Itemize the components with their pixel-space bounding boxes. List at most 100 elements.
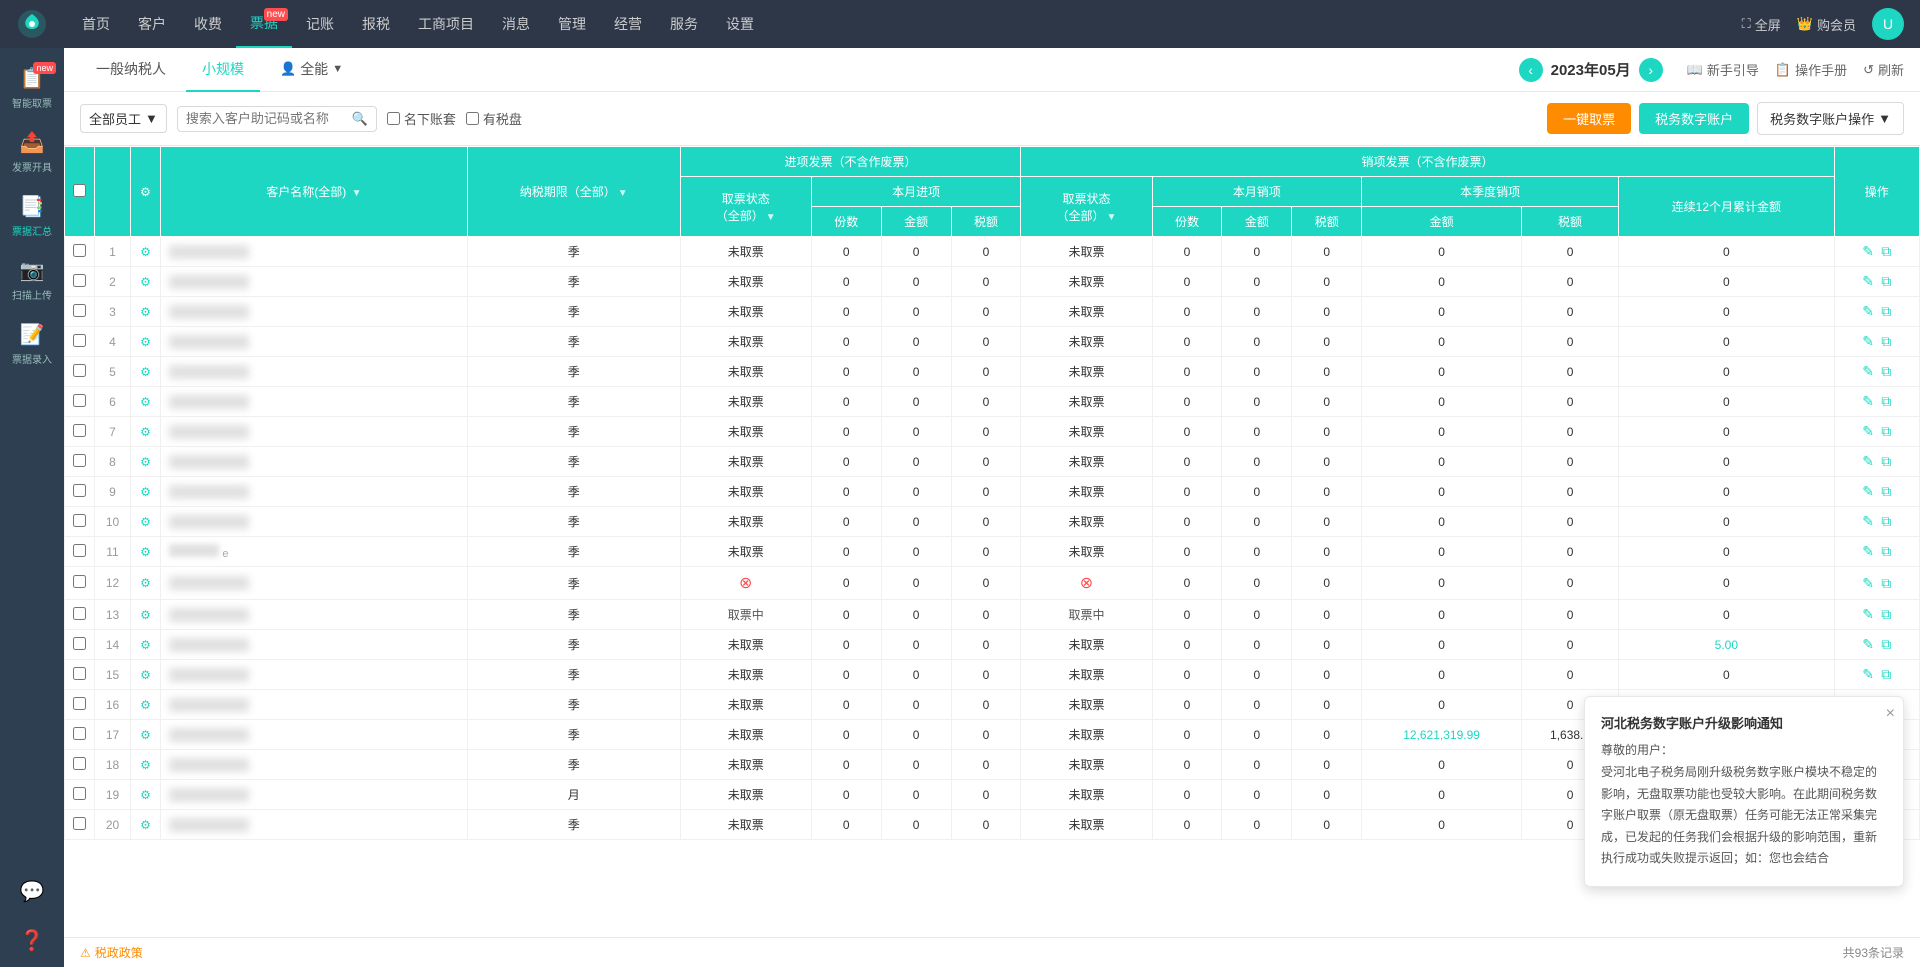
copy-icon[interactable]: ⧉ [1881,666,1891,682]
row-checkbox[interactable] [73,544,86,557]
nav-operation[interactable]: 经营 [600,0,656,48]
copy-icon[interactable]: ⧉ [1881,575,1891,591]
row-settings-icon[interactable]: ⚙ [140,788,151,802]
row-settings-icon[interactable]: ⚙ [140,608,151,622]
copy-icon[interactable]: ⧉ [1881,513,1891,529]
user-avatar[interactable]: U [1872,8,1904,40]
tab-small-scale[interactable]: 小规模 [186,48,260,92]
has-tax-disk-checkbox-label[interactable]: 有税盘 [466,109,522,128]
row-checkbox[interactable] [73,817,86,830]
nav-fee[interactable]: 收费 [180,0,236,48]
edit-icon[interactable]: ✎ [1862,273,1874,289]
one-click-ticket-btn[interactable]: 一键取票 [1547,103,1631,134]
search-input[interactable] [186,111,348,126]
copy-icon[interactable]: ⧉ [1881,483,1891,499]
copy-icon[interactable]: ⧉ [1881,363,1891,379]
copy-icon[interactable]: ⧉ [1881,543,1891,559]
edit-icon[interactable]: ✎ [1862,303,1874,319]
nav-settings[interactable]: 设置 [712,0,768,48]
nav-home[interactable]: 首页 [68,0,124,48]
row-checkbox[interactable] [73,484,86,497]
vip-btn[interactable]: 👑 购会员 [1797,15,1856,34]
tab-all[interactable]: 👤 全能 ▼ [264,48,359,92]
nav-client[interactable]: 客户 [124,0,180,48]
refresh-btn[interactable]: ↺ 刷新 [1863,60,1904,79]
tax-ops-btn[interactable]: 税务数字账户操作 ▼ [1757,102,1904,135]
edit-icon[interactable]: ✎ [1862,575,1874,591]
nav-manage[interactable]: 管理 [544,0,600,48]
row-checkbox[interactable] [73,514,86,527]
row-settings-icon[interactable]: ⚙ [140,576,151,590]
row-checkbox[interactable] [73,244,86,257]
policy-link[interactable]: ⚠ 税政政策 [80,944,143,961]
row-checkbox[interactable] [73,454,86,467]
row-checkbox[interactable] [73,334,86,347]
tab-general-taxpayer[interactable]: 一般纳税人 [80,48,182,92]
row-settings-icon[interactable]: ⚙ [140,818,151,832]
copy-icon[interactable]: ⧉ [1881,453,1891,469]
logo[interactable] [16,8,48,40]
row-checkbox[interactable] [73,787,86,800]
row-settings-icon[interactable]: ⚙ [140,365,151,379]
row-settings-icon[interactable]: ⚙ [140,485,151,499]
row-checkbox[interactable] [73,274,86,287]
edit-icon[interactable]: ✎ [1862,636,1874,652]
out-status-filter[interactable]: ▼ [1107,212,1117,223]
row-settings-icon[interactable]: ⚙ [140,395,151,409]
has-tax-disk-checkbox[interactable] [466,112,479,125]
sidebar-item-invoice-open[interactable]: 📤 发票开具 [0,120,64,184]
nav-service[interactable]: 服务 [656,0,712,48]
my-accounts-checkbox-label[interactable]: 名下账套 [387,109,456,128]
nav-ticket[interactable]: 票据 new [236,0,292,48]
nav-message[interactable]: 消息 [488,0,544,48]
edit-icon[interactable]: ✎ [1862,393,1874,409]
sidebar-item-help[interactable]: ❓ [0,918,64,967]
copy-icon[interactable]: ⧉ [1881,393,1891,409]
row-checkbox[interactable] [73,637,86,650]
row-checkbox[interactable] [73,304,86,317]
notification-close-btn[interactable]: × [1886,705,1895,723]
row-checkbox[interactable] [73,424,86,437]
edit-icon[interactable]: ✎ [1862,333,1874,349]
row-checkbox[interactable] [73,757,86,770]
edit-icon[interactable]: ✎ [1862,243,1874,259]
edit-icon[interactable]: ✎ [1862,513,1874,529]
edit-icon[interactable]: ✎ [1862,453,1874,469]
row-checkbox[interactable] [73,575,86,588]
row-settings-icon[interactable]: ⚙ [140,305,151,319]
copy-icon[interactable]: ⧉ [1881,273,1891,289]
tax-digital-btn[interactable]: 税务数字账户 [1639,103,1749,134]
sidebar-item-summary[interactable]: 📑 票据汇总 [0,184,64,248]
manual-btn[interactable]: 📋 操作手册 [1775,60,1847,79]
row-settings-icon[interactable]: ⚙ [140,425,151,439]
copy-icon[interactable]: ⧉ [1881,303,1891,319]
row-settings-icon[interactable]: ⚙ [140,728,151,742]
client-filter-icon[interactable]: ▼ [352,188,362,199]
quota-filter-icon[interactable]: ▼ [618,188,628,199]
nav-tax[interactable]: 报税 [348,0,404,48]
sidebar-item-smart-ticket[interactable]: 📋 智能取票 new [0,56,64,120]
edit-icon[interactable]: ✎ [1862,666,1874,682]
row-checkbox[interactable] [73,607,86,620]
sidebar-item-chat[interactable]: 💬 [0,869,64,918]
row-settings-icon[interactable]: ⚙ [140,335,151,349]
nav-accounting[interactable]: 记账 [292,0,348,48]
row-settings-icon[interactable]: ⚙ [140,275,151,289]
sidebar-item-entry[interactable]: 📝 票据录入 [0,312,64,376]
edit-icon[interactable]: ✎ [1862,543,1874,559]
select-all-checkbox[interactable] [73,184,86,197]
in-status-filter[interactable]: ▼ [766,212,776,223]
copy-icon[interactable]: ⧉ [1881,423,1891,439]
row-settings-icon[interactable]: ⚙ [140,668,151,682]
copy-icon[interactable]: ⧉ [1881,333,1891,349]
edit-icon[interactable]: ✎ [1862,423,1874,439]
row-settings-icon[interactable]: ⚙ [140,455,151,469]
fullscreen-btn[interactable]: ⛶ 全屏 [1742,15,1781,34]
copy-icon[interactable]: ⧉ [1881,636,1891,652]
row-settings-icon[interactable]: ⚙ [140,245,151,259]
next-month-btn[interactable]: › [1639,58,1663,82]
employee-select[interactable]: 全部员工 ▼ [80,104,167,133]
row-settings-icon[interactable]: ⚙ [140,638,151,652]
edit-icon[interactable]: ✎ [1862,483,1874,499]
my-accounts-checkbox[interactable] [387,112,400,125]
